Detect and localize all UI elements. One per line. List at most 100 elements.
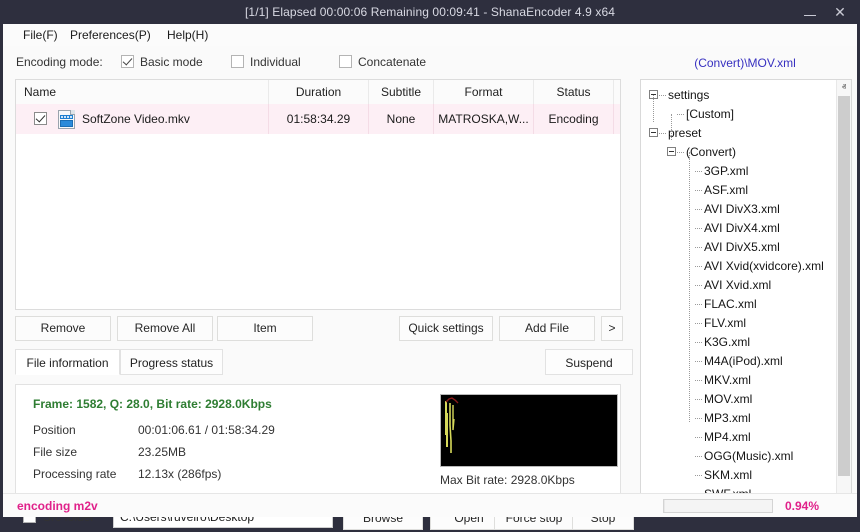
status-message: encoding m2v xyxy=(17,499,98,513)
value-position: 00:01:06.61 / 01:58:34.29 xyxy=(138,423,275,437)
tree-node-avi-xvid-xml[interactable]: AVI Xvid.xml xyxy=(704,276,771,294)
tree-connector xyxy=(677,114,684,116)
tree-connector xyxy=(695,323,702,325)
column-header-subtitle[interactable]: Subtitle xyxy=(369,80,434,104)
tree-connector xyxy=(659,95,666,97)
max-bitrate-label: Max Bit rate: 2928.0Kbps xyxy=(440,473,575,487)
menu-preferences[interactable]: Preferences(P) xyxy=(63,26,158,44)
preset-tree-scrollbar[interactable]: ⱏ ⱟ xyxy=(836,80,851,510)
tree-connector xyxy=(659,133,666,135)
menu-file[interactable]: File(F) xyxy=(16,26,65,44)
tree-node-avi-xvid-xvidcore-xml[interactable]: AVI Xvid(xvidcore).xml xyxy=(704,257,824,275)
scroll-up-icon[interactable]: ⱏ xyxy=(837,80,851,95)
tree-connector xyxy=(653,95,655,122)
tree-connector xyxy=(695,418,702,420)
cell-name: SoftZone Video.mkv xyxy=(16,104,269,134)
add-file-button[interactable]: Add File xyxy=(499,316,595,341)
label-basic-mode[interactable]: Basic mode xyxy=(140,55,203,69)
cell-status: Encoding xyxy=(534,104,614,134)
tree-node-skm-xml[interactable]: SKM.xml xyxy=(704,466,752,484)
tree-node-avi-divx3-xml[interactable]: AVI DivX3.xml xyxy=(704,200,780,218)
tree-node-flac-xml[interactable]: FLAC.xml xyxy=(704,295,757,313)
tree-node-mkv-xml[interactable]: MKV.xml xyxy=(704,371,751,389)
tree-node-m4a-ipod-xml[interactable]: M4A(iPod).xml xyxy=(704,352,783,370)
close-icon[interactable]: ✕ xyxy=(826,0,854,24)
progress-bar-fill xyxy=(664,500,665,512)
bitrate-graph xyxy=(440,394,618,467)
tree-connector xyxy=(695,247,702,249)
tree-connector xyxy=(689,152,691,422)
tree-connector xyxy=(695,475,702,477)
preset-pane: (Convert)\MOV.xml ⱏ ⱟ settings[Custom]pr… xyxy=(633,46,857,517)
label-file-size: File size xyxy=(33,445,78,459)
tree-expander-icon[interactable] xyxy=(649,128,658,137)
tree-connector xyxy=(695,171,702,173)
more-button[interactable]: > xyxy=(601,316,623,341)
file-information-panel: Frame: 1582, Q: 28.0, Bit rate: 2928.0Kb… xyxy=(15,384,621,497)
file-list[interactable]: Name Duration Subtitle Format Status Sof… xyxy=(15,79,621,310)
tree-node-k3g-xml[interactable]: K3G.xml xyxy=(704,333,750,351)
suspend-button[interactable]: Suspend xyxy=(545,349,633,375)
label-individual[interactable]: Individual xyxy=(250,55,301,69)
cell-subtitle: None xyxy=(369,104,434,134)
tree-connector xyxy=(695,399,702,401)
tab-file-information[interactable]: File information xyxy=(15,349,120,375)
label-concatenate[interactable]: Concatenate xyxy=(358,55,426,69)
tree-node-mp4-xml[interactable]: MP4.xml xyxy=(704,428,751,446)
checkbox-individual[interactable] xyxy=(231,55,244,68)
value-file-size: 23.25MB xyxy=(138,445,187,459)
item-button[interactable]: Item xyxy=(217,316,313,341)
tree-connector xyxy=(695,285,702,287)
encoding-mode-label: Encoding mode: xyxy=(16,55,103,69)
value-processing-rate: 12.13x (286fps) xyxy=(138,467,222,481)
file-list-header: Name Duration Subtitle Format Status xyxy=(16,80,620,105)
remove-all-button[interactable]: Remove All xyxy=(117,316,213,341)
column-header-format[interactable]: Format xyxy=(434,80,534,104)
tree-node-custom[interactable]: [Custom] xyxy=(686,105,734,123)
tree-connector xyxy=(695,342,702,344)
scrollbar-thumb[interactable] xyxy=(838,96,850,476)
remove-button[interactable]: Remove xyxy=(15,316,111,341)
tree-connector xyxy=(695,209,702,211)
encoding-mode-row: Encoding mode: Basic mode Individual Con… xyxy=(3,46,633,79)
tree-connector xyxy=(677,152,684,154)
menubar: File(F) Preferences(P) Help(H) xyxy=(3,24,857,47)
tree-node-preset[interactable]: preset xyxy=(668,124,701,142)
column-header-status[interactable]: Status xyxy=(534,80,614,104)
column-header-name[interactable]: Name xyxy=(16,80,269,104)
tree-expander-icon[interactable] xyxy=(667,147,676,156)
label-position: Position xyxy=(33,423,76,437)
tree-node-3gp-xml[interactable]: 3GP.xml xyxy=(704,162,748,180)
bitrate-graph-svg xyxy=(445,397,459,453)
menu-help[interactable]: Help(H) xyxy=(160,26,215,44)
tree-node-asf-xml[interactable]: ASF.xml xyxy=(704,181,748,199)
tree-connector xyxy=(695,380,702,382)
cell-format: MATROSKA,W... xyxy=(434,104,534,134)
client-area: File(F) Preferences(P) Help(H) Encoding … xyxy=(3,24,857,530)
tree-node-settings[interactable]: settings xyxy=(668,86,709,104)
tree-connector xyxy=(695,304,702,306)
checkbox-basic-mode[interactable] xyxy=(121,55,134,68)
tab-strip: File information Progress status Suspend xyxy=(15,349,633,375)
progress-bar xyxy=(663,499,773,513)
tab-progress-status[interactable]: Progress status xyxy=(120,349,223,375)
minimize-button[interactable] xyxy=(796,0,824,24)
app-window: [1/1] Elapsed 00:00:06 Remaining 00:09:4… xyxy=(0,0,860,530)
tree-node-avi-divx5-xml[interactable]: AVI DivX5.xml xyxy=(704,238,780,256)
tree-node-mp3-xml[interactable]: MP3.xml xyxy=(704,409,751,427)
column-header-duration[interactable]: Duration xyxy=(269,80,369,104)
tree-connector xyxy=(695,190,702,192)
checkbox-concatenate[interactable] xyxy=(339,55,352,68)
tree-node-convert[interactable]: (Convert) xyxy=(686,143,736,161)
quick-settings-button[interactable]: Quick settings xyxy=(399,316,493,341)
statusbar: encoding m2v 0.94% xyxy=(3,493,857,517)
progress-percent-label: 0.94% xyxy=(785,499,820,513)
preset-tree[interactable]: ⱏ ⱟ settings[Custom]preset(Convert)3GP.x… xyxy=(640,79,852,511)
table-row[interactable]: SoftZone Video.mkv 01:58:34.29 None MATR… xyxy=(16,104,620,134)
tree-node-ogg-music-xml[interactable]: OGG(Music).xml xyxy=(704,447,793,465)
tree-node-avi-divx4-xml[interactable]: AVI DivX4.xml xyxy=(704,219,780,237)
titlebar: [1/1] Elapsed 00:00:06 Remaining 00:09:4… xyxy=(0,0,860,24)
tree-node-flv-xml[interactable]: FLV.xml xyxy=(704,314,746,332)
frame-stats-line: Frame: 1582, Q: 28.0, Bit rate: 2928.0Kb… xyxy=(33,397,272,411)
tree-node-mov-xml[interactable]: MOV.xml xyxy=(704,390,752,408)
